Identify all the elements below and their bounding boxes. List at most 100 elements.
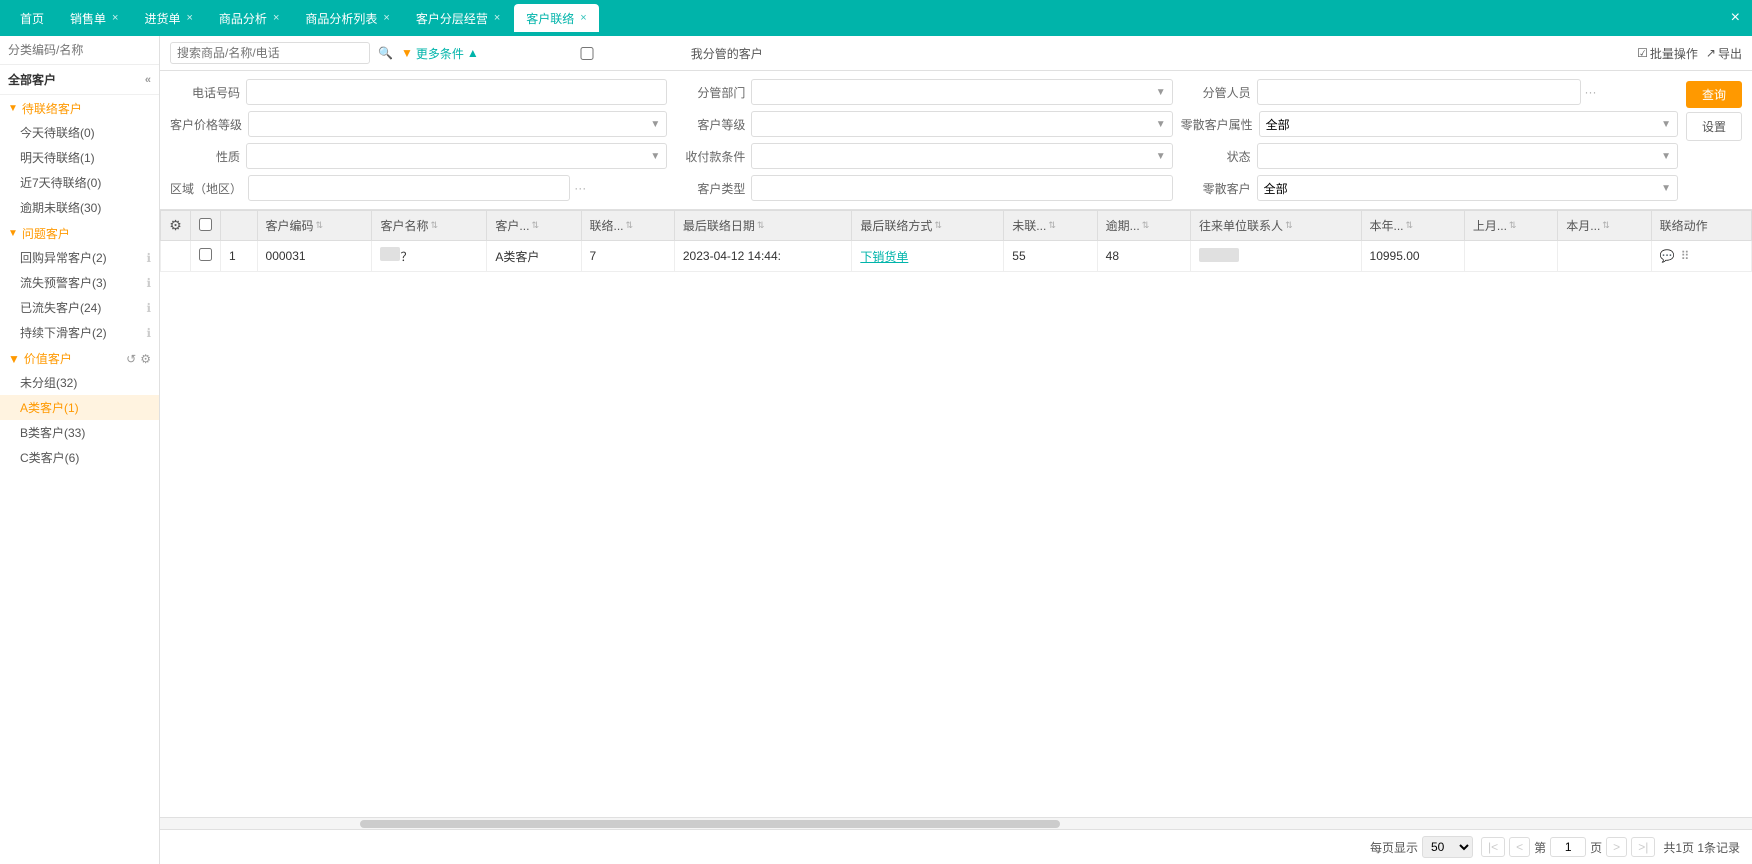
sidebar-item-7days-contact[interactable]: 近7天待联络(0) xyxy=(0,170,159,195)
close-product-list-tab[interactable]: × xyxy=(383,12,389,24)
prev-page-btn[interactable]: < xyxy=(1509,837,1530,857)
nature-select[interactable]: ▼ xyxy=(246,143,667,169)
next-page-btn[interactable]: > xyxy=(1606,837,1627,857)
retail-customer-select[interactable]: 全部 ▼ xyxy=(1257,175,1678,201)
nav-tab-product-analysis[interactable]: 商品分析 × xyxy=(207,4,291,32)
close-sales-tab[interactable]: × xyxy=(112,12,118,24)
th-this-month[interactable]: 本月... ⇅ xyxy=(1558,211,1651,241)
th-contact-person[interactable]: 往来单位联系人 ⇅ xyxy=(1191,211,1361,241)
nav-tab-purchase[interactable]: 进货单 × xyxy=(132,4,204,32)
nav-tab-customer-tier[interactable]: 客户分层经营 × xyxy=(404,4,512,32)
th-contact-count[interactable]: 联络... ⇅ xyxy=(581,211,674,241)
select-all-checkbox[interactable] xyxy=(199,218,212,231)
customer-level-select[interactable]: ▼ xyxy=(751,111,1172,137)
filter-row-1: 电话号码 分管部门 ▼ 分管人员 xyxy=(170,79,1678,105)
checkbox-icon: ☑ xyxy=(1637,46,1648,60)
first-page-btn[interactable]: |< xyxy=(1481,837,1505,857)
search-input[interactable] xyxy=(170,42,370,64)
sidebar-item-declining[interactable]: 持续下滑客户(2) ℹ xyxy=(0,320,159,345)
my-customers-checkbox[interactable] xyxy=(487,47,687,60)
settings-icon[interactable]: ⚙ xyxy=(140,352,151,366)
sidebar-item-c-class[interactable]: C类客户(6) xyxy=(0,445,159,470)
filter-retail-attr: 零散客户属性 全部 ▼ xyxy=(1181,111,1678,137)
sidebar-item-b-class[interactable]: B类客户(33) xyxy=(0,420,159,445)
group-pending-contact[interactable]: ▼ 待联络客户 xyxy=(0,95,159,120)
sidebar-item-today-contact[interactable]: 今天待联络(0) xyxy=(0,120,159,145)
td-this-year: 10995.00 xyxy=(1361,241,1464,272)
nav-tab-product-list[interactable]: 商品分析列表 × xyxy=(293,4,401,32)
group-value-customers: ▼ 价值客户 ↺ ⚙ xyxy=(0,345,159,370)
contact-method-link[interactable]: 下销货单 xyxy=(860,250,908,264)
th-last-contact-date[interactable]: 最后联络日期 ⇅ xyxy=(674,211,851,241)
sidebar-item-overdue-contact[interactable]: 逾期未联络(30) xyxy=(0,195,159,220)
close-product-analysis-tab[interactable]: × xyxy=(273,12,279,24)
status-select[interactable]: ▼ xyxy=(1257,143,1678,169)
scrollbar-thumb[interactable] xyxy=(360,820,1060,828)
last-page-btn[interactable]: >| xyxy=(1631,837,1655,857)
window-close-icon[interactable]: × xyxy=(1727,5,1744,31)
sort-icon-12: ⇅ xyxy=(1602,220,1610,231)
sidebar-search-input[interactable] xyxy=(8,43,160,57)
td-last-contact-method: 下销货单 xyxy=(852,241,1004,272)
more-conditions-btn[interactable]: ▼ 更多条件 ▲ xyxy=(401,45,479,62)
page-number-input[interactable] xyxy=(1550,837,1586,857)
retail-attr-select[interactable]: 全部 ▼ xyxy=(1259,111,1678,137)
sidebar-item-repeat-abnormal[interactable]: 回购异常客户(2) ℹ xyxy=(0,245,159,270)
sidebar-item-lost[interactable]: 已流失客户(24) ℹ xyxy=(0,295,159,320)
batch-operation-btn[interactable]: ☑ 批量操作 xyxy=(1637,45,1698,62)
sidebar-search-area: 🔍 xyxy=(0,36,159,65)
nav-tab-sales[interactable]: 销售单 × xyxy=(58,4,130,32)
pagination: |< < 第 页 > >| xyxy=(1481,837,1655,857)
td-customer-type: A类客户 xyxy=(487,241,581,272)
chat-action-icon[interactable]: 💬 xyxy=(1660,249,1675,263)
price-level-select[interactable]: ▼ xyxy=(248,111,667,137)
refresh-icon[interactable]: ↺ xyxy=(126,352,136,366)
th-customer-name[interactable]: 客户名称 ⇅ xyxy=(372,211,487,241)
th-un-contact[interactable]: 未联... ⇅ xyxy=(1004,211,1097,241)
td-customer-name: ？ xyxy=(372,241,487,272)
info-icon-2: ℹ xyxy=(146,276,151,290)
sidebar-item-a-class[interactable]: A类客户(1) xyxy=(0,395,159,420)
my-customers-checkbox-area[interactable]: 我分管的客户 xyxy=(487,45,763,62)
filter-buttons: 查询 设置 xyxy=(1686,79,1742,141)
sidebar-item-loss-warning[interactable]: 流失预警客户(3) ℹ xyxy=(0,270,159,295)
close-customer-contact-tab[interactable]: × xyxy=(580,12,586,24)
settings-button[interactable]: 设置 xyxy=(1686,112,1742,141)
customer-type-input[interactable] xyxy=(751,175,1172,201)
export-btn[interactable]: ↗ 导出 xyxy=(1706,45,1742,62)
horizontal-scrollbar[interactable] xyxy=(160,817,1752,829)
th-this-year[interactable]: 本年... ⇅ xyxy=(1361,211,1464,241)
td-last-month xyxy=(1464,241,1557,272)
gear-icon[interactable]: ⚙ xyxy=(169,217,182,233)
payment-select[interactable]: ▼ xyxy=(751,143,1172,169)
th-last-contact-method[interactable]: 最后联络方式 ⇅ xyxy=(852,211,1004,241)
th-last-month[interactable]: 上月... ⇅ xyxy=(1464,211,1557,241)
close-purchase-tab[interactable]: × xyxy=(186,12,192,24)
row-checkbox[interactable] xyxy=(199,248,212,261)
nav-tab-customer-contact[interactable]: 客户联络 × xyxy=(514,4,598,32)
sidebar-item-tomorrow-contact[interactable]: 明天待联络(1) xyxy=(0,145,159,170)
more-action-icon[interactable]: ⠿ xyxy=(1681,249,1690,263)
person-dots-btn[interactable]: ··· xyxy=(1581,85,1601,99)
filter-nature: 性质 ▼ xyxy=(170,143,667,169)
close-customer-tier-tab[interactable]: × xyxy=(494,12,500,24)
region-dots-btn[interactable]: ··· xyxy=(570,181,590,195)
phone-input[interactable] xyxy=(246,79,667,105)
nav-tab-home[interactable]: 首页 xyxy=(8,4,56,32)
advanced-filter-panel: 电话号码 分管部门 ▼ 分管人员 xyxy=(160,71,1752,210)
dept-select[interactable]: ▼ xyxy=(751,79,1172,105)
group-problem-customers[interactable]: ▼ 问题客户 xyxy=(0,220,159,245)
export-icon: ↗ xyxy=(1706,46,1716,60)
th-overdue[interactable]: 逾期... ⇅ xyxy=(1097,211,1190,241)
per-page-selector: 每页显示 50 100 200 xyxy=(1370,836,1473,858)
info-icon-4: ℹ xyxy=(146,326,151,340)
region-input[interactable] xyxy=(248,175,570,201)
per-page-select[interactable]: 50 100 200 xyxy=(1422,836,1473,858)
th-customer-type[interactable]: 客户... ⇅ xyxy=(487,211,581,241)
person-input[interactable] xyxy=(1257,79,1581,105)
th-customer-code[interactable]: 客户编码 ⇅ xyxy=(257,211,372,241)
query-button[interactable]: 查询 xyxy=(1686,81,1742,108)
all-customers-header[interactable]: 全部客户 « xyxy=(0,65,159,95)
sidebar-item-unclassified[interactable]: 未分组(32) xyxy=(0,370,159,395)
td-settings xyxy=(161,241,191,272)
